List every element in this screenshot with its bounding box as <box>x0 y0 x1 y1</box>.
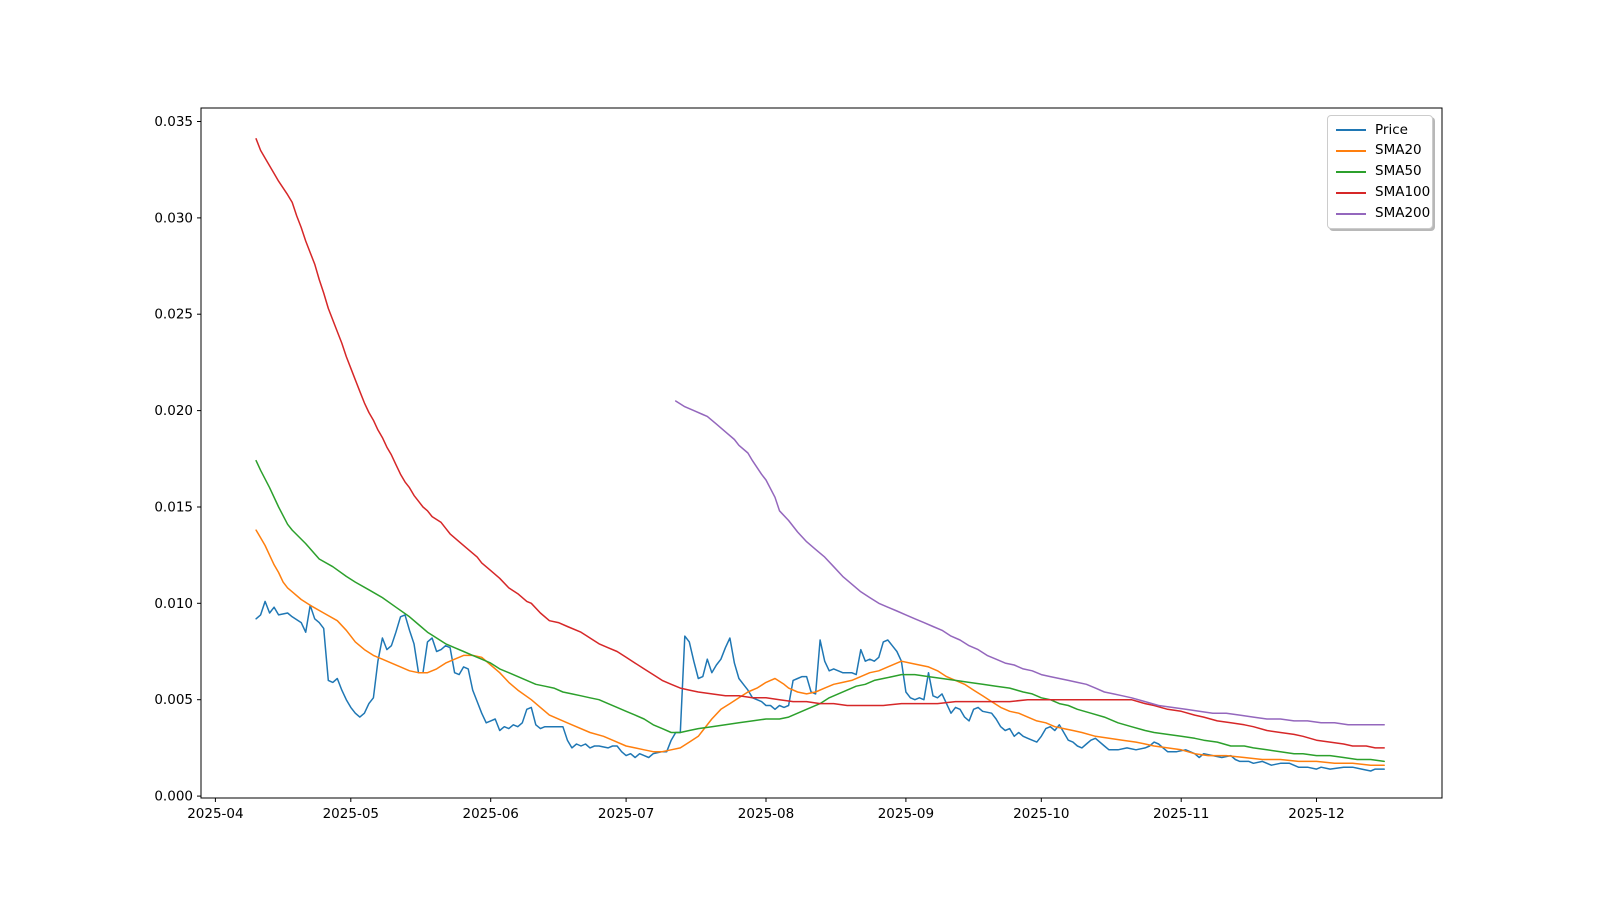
y-tick-label: 0.035 <box>154 114 193 130</box>
legend-label-price: Price <box>1375 121 1408 138</box>
y-tick-label: 0.020 <box>154 403 193 419</box>
legend-label-sma20: SMA20 <box>1375 142 1422 159</box>
legend-item-price: Price <box>1336 120 1424 141</box>
legend-item-sma50: SMA50 <box>1336 162 1424 183</box>
legend-label-sma200: SMA200 <box>1375 204 1431 221</box>
legend-line-swatch-price <box>1336 129 1366 132</box>
legend-label-sma50: SMA50 <box>1375 163 1422 180</box>
legend-line-swatch-sma20 <box>1336 150 1366 153</box>
x-tick-label: 2025-10 <box>1013 806 1069 822</box>
y-tick-label: 0.005 <box>154 692 193 708</box>
x-tick-label: 2025-07 <box>598 806 654 822</box>
legend-item-sma200: SMA200 <box>1336 203 1430 224</box>
series-line-sma200 <box>674 400 1385 726</box>
legend-line-swatch-sma200 <box>1336 212 1366 215</box>
legend-item-sma20: SMA20 <box>1336 141 1424 162</box>
legend-line-swatch-sma50 <box>1336 170 1366 173</box>
y-tick-label: 0.010 <box>154 596 193 612</box>
x-tick-label: 2025-04 <box>187 806 243 822</box>
legend-line-swatch-sma100 <box>1336 191 1366 194</box>
x-tick-label: 2025-12 <box>1288 806 1344 822</box>
x-tick-label: 2025-08 <box>738 806 794 822</box>
x-tick-label: 2025-06 <box>462 806 518 822</box>
series-line-price <box>255 600 1385 772</box>
x-tick-label: 2025-05 <box>323 806 379 822</box>
y-tick-label: 0.000 <box>154 789 193 805</box>
legend: Price SMA20 SMA50 SMA100 SMA200 <box>1327 115 1433 229</box>
figure: 2025-04 2025-05 2025-06 2025-07 2025-08 2025-… <box>0 0 1600 900</box>
x-tick-label: 2025-09 <box>878 806 934 822</box>
y-tick-label: 0.025 <box>154 307 193 323</box>
axes-frame <box>200 107 1443 799</box>
y-tick-label: 0.015 <box>154 500 193 516</box>
x-tick-label: 2025-11 <box>1153 806 1209 822</box>
series-line-sma50 <box>255 459 1385 763</box>
y-tick-label: 0.030 <box>154 210 193 226</box>
legend-item-sma100: SMA100 <box>1336 182 1430 203</box>
legend-label-sma100: SMA100 <box>1375 184 1431 201</box>
